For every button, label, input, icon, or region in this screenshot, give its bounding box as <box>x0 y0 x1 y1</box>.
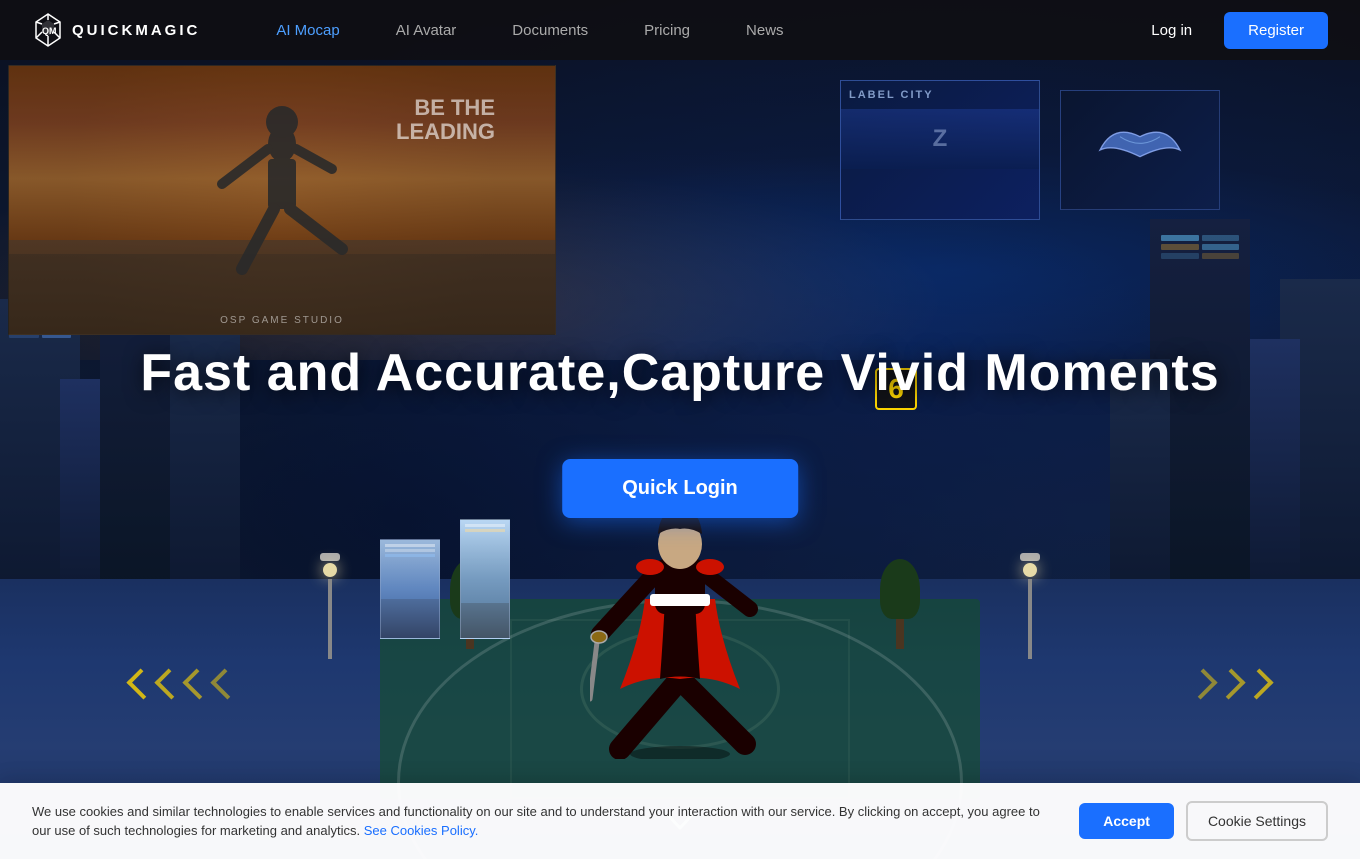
cookie-settings-button[interactable]: Cookie Settings <box>1186 801 1328 841</box>
accept-cookies-button[interactable]: Accept <box>1079 803 1174 839</box>
street-kiosk-1 <box>380 539 440 639</box>
lamp-pole <box>328 579 332 659</box>
lamp-pole-r <box>1028 579 1032 659</box>
logo-text-container: QuickMagic <box>72 22 200 39</box>
video-watermark-label: OSP GAME STUDIO <box>220 315 344 326</box>
lamp-head <box>320 553 340 561</box>
nav-link-news[interactable]: News <box>718 0 812 60</box>
chevron-arrows-left <box>130 674 238 694</box>
lamp-head-r <box>1020 553 1040 561</box>
video-frame-inner: BE THELEADING OSP GAME STUDIO <box>9 66 555 334</box>
register-button[interactable]: Register <box>1224 12 1328 49</box>
hero-headline: Fast and Accurate,Capture Vivid Moments <box>0 345 1360 402</box>
nav-link-ai-mocap[interactable]: AI Mocap <box>248 0 367 60</box>
tree-trunk-r <box>896 619 904 649</box>
nav-link-documents[interactable]: Documents <box>484 0 616 60</box>
cookie-text: We use cookies and similar technologies … <box>32 802 1055 841</box>
tree-right <box>880 559 920 649</box>
cookie-banner: We use cookies and similar technologies … <box>0 783 1360 859</box>
logo-icon: QM <box>32 12 64 48</box>
navbar: QM QuickMagic AI Mocap AI Avatar Documen… <box>0 0 1360 60</box>
street-kiosk-2 <box>460 519 510 639</box>
login-button[interactable]: Log in <box>1135 14 1208 47</box>
quick-login-button[interactable]: Quick Login <box>562 459 798 518</box>
person-silhouette-svg <box>202 94 362 294</box>
hero-character <box>590 479 770 759</box>
lamp-post-right-1 <box>1020 553 1040 659</box>
nav-link-ai-avatar[interactable]: AI Avatar <box>368 0 485 60</box>
logo-link[interactable]: QM QuickMagic <box>32 12 200 48</box>
logo-brand-name: QuickMagic <box>72 22 200 39</box>
tree-top-r <box>880 559 920 619</box>
nav-links: AI Mocap AI Avatar Documents Pricing New… <box>248 0 1135 60</box>
lamp-light-r <box>1023 563 1037 577</box>
nav-link-pricing[interactable]: Pricing <box>616 0 718 60</box>
lamp-post-left-1 <box>320 553 340 659</box>
video-text-overlay: BE THELEADING <box>396 96 495 144</box>
character-svg <box>590 479 770 759</box>
nav-actions: Log in Register <box>1135 12 1328 49</box>
hero-section: HT KET NUT PING LABEL CITY Z <box>0 0 1360 859</box>
lamp-light <box>323 563 337 577</box>
flying-creature-icon <box>1080 110 1200 190</box>
video-frame: BE THELEADING OSP GAME STUDIO <box>8 65 556 335</box>
billboard-right <box>1060 90 1220 210</box>
chevron-arrows-right <box>1190 674 1270 694</box>
cookie-actions: Accept Cookie Settings <box>1079 801 1328 841</box>
billboard-city-sign: LABEL CITY Z <box>840 80 1040 220</box>
cookies-policy-link[interactable]: See Cookies Policy. <box>364 823 479 838</box>
svg-text:QM: QM <box>42 26 57 36</box>
